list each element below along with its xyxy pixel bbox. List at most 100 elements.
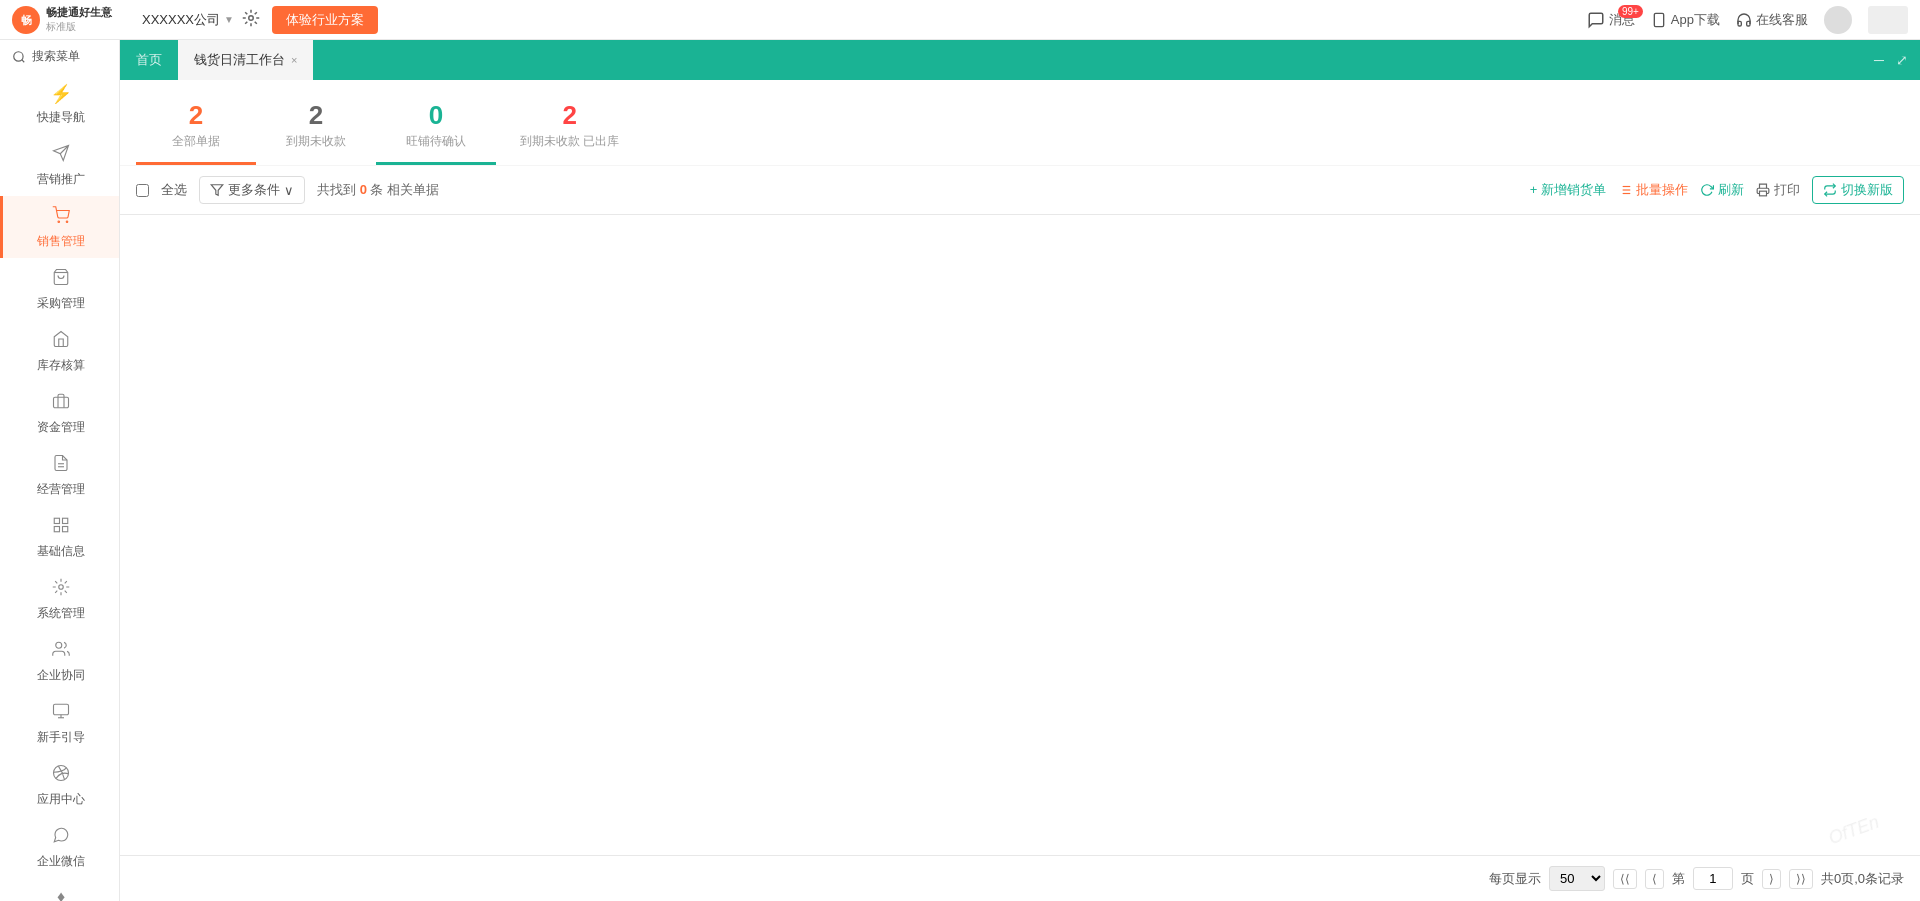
stat-card-overdue-shipped[interactable]: 2 到期未收款 已出库 [496,92,643,165]
switch-version-button[interactable]: 切换新版 [1812,176,1904,204]
sidebar-item-app-center[interactable]: 应用中心 [0,754,119,816]
more-filter-button[interactable]: 更多条件 ∨ [199,176,305,204]
refresh-button[interactable]: 刷新 [1700,181,1744,199]
stat-number-overdue-shipped: 2 [520,100,619,131]
page-number-input[interactable] [1693,867,1733,890]
last-page-button[interactable]: ⟩⟩ [1789,869,1813,889]
prev-page-button[interactable]: ⟨ [1645,869,1664,889]
tab-home[interactable]: 首页 [120,40,178,80]
tab-minimize-button[interactable]: ─ [1870,48,1888,72]
tab-expand-button[interactable]: ⤢ [1892,48,1912,72]
svg-rect-14 [63,518,68,523]
sidebar-item-label: 营销推广 [37,171,85,188]
sidebar-item-label: 企业协同 [37,667,85,684]
stat-card-overdue[interactable]: 2 到期未收款 [256,92,376,165]
enterprise-icon [52,640,70,663]
sidebar-item-wechat[interactable]: 企业微信 [0,816,119,878]
print-button[interactable]: 打印 [1756,181,1800,199]
sidebar-item-label: 采购管理 [37,295,85,312]
add-sales-order-button[interactable]: + 新增销货单 [1530,181,1606,199]
print-label: 打印 [1774,181,1800,199]
online-service-button[interactable]: 在线客服 [1736,11,1808,29]
online-service-label: 在线客服 [1756,11,1808,29]
sidebar-item-sales[interactable]: 销售管理 [0,196,119,258]
stat-card-pending[interactable]: 0 旺铺待确认 [376,92,496,165]
batch-operations-label: 批量操作 [1636,181,1688,199]
header-right: 消息 99+ App下载 在线客服 [1587,6,1908,34]
sidebar-item-member[interactable]: ♦ 畅会员 [0,878,119,901]
sidebar-item-enterprise[interactable]: 企业协同 [0,630,119,692]
company-selector[interactable]: XXXXXX公司 ▼ [142,11,234,29]
svg-rect-15 [63,527,68,532]
stat-label-pending: 旺铺待确认 [400,133,472,150]
refresh-label: 刷新 [1718,181,1744,199]
stat-label-overdue: 到期未收款 [280,133,352,150]
first-page-button[interactable]: ⟨⟨ [1613,869,1637,889]
sidebar-item-finance[interactable]: 资金管理 [0,382,119,444]
found-count: 0 [360,182,367,197]
svg-point-17 [59,585,64,590]
stat-label-overdue-shipped: 到期未收款 已出库 [520,133,619,150]
purchase-icon [52,268,70,291]
settings-button[interactable] [242,9,260,31]
app-download-button[interactable]: App下载 [1651,11,1720,29]
sidebar-item-guide[interactable]: 新手引导 [0,692,119,754]
select-all-checkbox[interactable] [136,184,149,197]
quick-nav-icon: ⚡ [50,83,72,105]
total-records: 共0页,0条记录 [1821,870,1904,888]
toolbar-right: + 新增销货单 批量操作 刷新 [1530,176,1904,204]
toolbar: 全选 更多条件 ∨ 共找到 0 条 相关单据 + 新增销货单 [120,166,1920,215]
tab-close-icon[interactable]: × [291,54,297,66]
svg-marker-23 [211,185,223,196]
inventory-icon [52,330,70,353]
sidebar-item-quick-nav[interactable]: ⚡ 快捷导航 [0,73,119,134]
content-area: 首页 钱货日清工作台 × ─ ⤢ 2 全部单据 2 到期未收款 [120,40,1920,901]
sidebar-item-label: 企业微信 [37,853,85,870]
sidebar-item-purchase[interactable]: 采购管理 [0,258,119,320]
sidebar-item-label: 系统管理 [37,605,85,622]
sidebar-item-marketing[interactable]: 营销推广 [0,134,119,196]
add-sales-order-label: + 新增销货单 [1530,181,1606,199]
batch-operations-button[interactable]: 批量操作 [1618,181,1688,199]
pagination-bar: 每页显示 50 100 200 ⟨⟨ ⟨ 第 页 ⟩ ⟩⟩ 共0页,0条记录 [120,855,1920,901]
sidebar: 搜索菜单 ⚡ 快捷导航 营销推广 销售管理 [0,40,120,901]
logo-text: 畅捷通好生意 标准版 [46,5,112,34]
tab-workbench[interactable]: 钱货日清工作台 × [178,40,313,80]
message-button[interactable]: 消息 99+ [1587,11,1635,29]
sidebar-item-operations[interactable]: 经营管理 [0,444,119,506]
svg-rect-16 [54,527,59,532]
switch-version-label: 切换新版 [1841,181,1893,199]
app-download-label: App下载 [1671,11,1720,29]
stat-number-overdue: 2 [280,100,352,131]
sidebar-item-label: 应用中心 [37,791,85,808]
per-page-select[interactable]: 50 100 200 [1549,866,1605,891]
sidebar-item-label: 基础信息 [37,543,85,560]
search-menu-item[interactable]: 搜索菜单 [0,40,119,73]
svg-rect-19 [54,704,69,715]
marketing-icon [52,144,70,167]
sidebar-item-system[interactable]: 系统管理 [0,568,119,630]
message-badge: 99+ [1618,5,1643,18]
svg-rect-3 [1654,13,1663,26]
search-menu-label: 搜索菜单 [32,48,80,65]
sidebar-item-label: 快捷导航 [37,109,85,126]
filter-label: 更多条件 [228,181,280,199]
avatar[interactable] [1824,6,1852,34]
next-page-button[interactable]: ⟩ [1762,869,1781,889]
svg-point-2 [249,15,254,20]
svg-rect-10 [54,397,69,408]
sidebar-item-label: 资金管理 [37,419,85,436]
system-icon [52,578,70,601]
experience-button[interactable]: 体验行业方案 [272,6,378,34]
per-page-label: 每页显示 [1489,870,1541,888]
guide-icon [52,702,70,725]
user-name-area[interactable] [1868,6,1908,34]
stat-card-all[interactable]: 2 全部单据 [136,92,256,165]
sidebar-item-label: 销售管理 [37,233,85,250]
sidebar-item-basic-info[interactable]: 基础信息 [0,506,119,568]
table-area [120,215,1920,855]
sidebar-item-inventory[interactable]: 库存核算 [0,320,119,382]
basic-info-icon [52,516,70,539]
sales-icon [52,206,70,229]
company-dropdown-icon: ▼ [224,14,234,25]
